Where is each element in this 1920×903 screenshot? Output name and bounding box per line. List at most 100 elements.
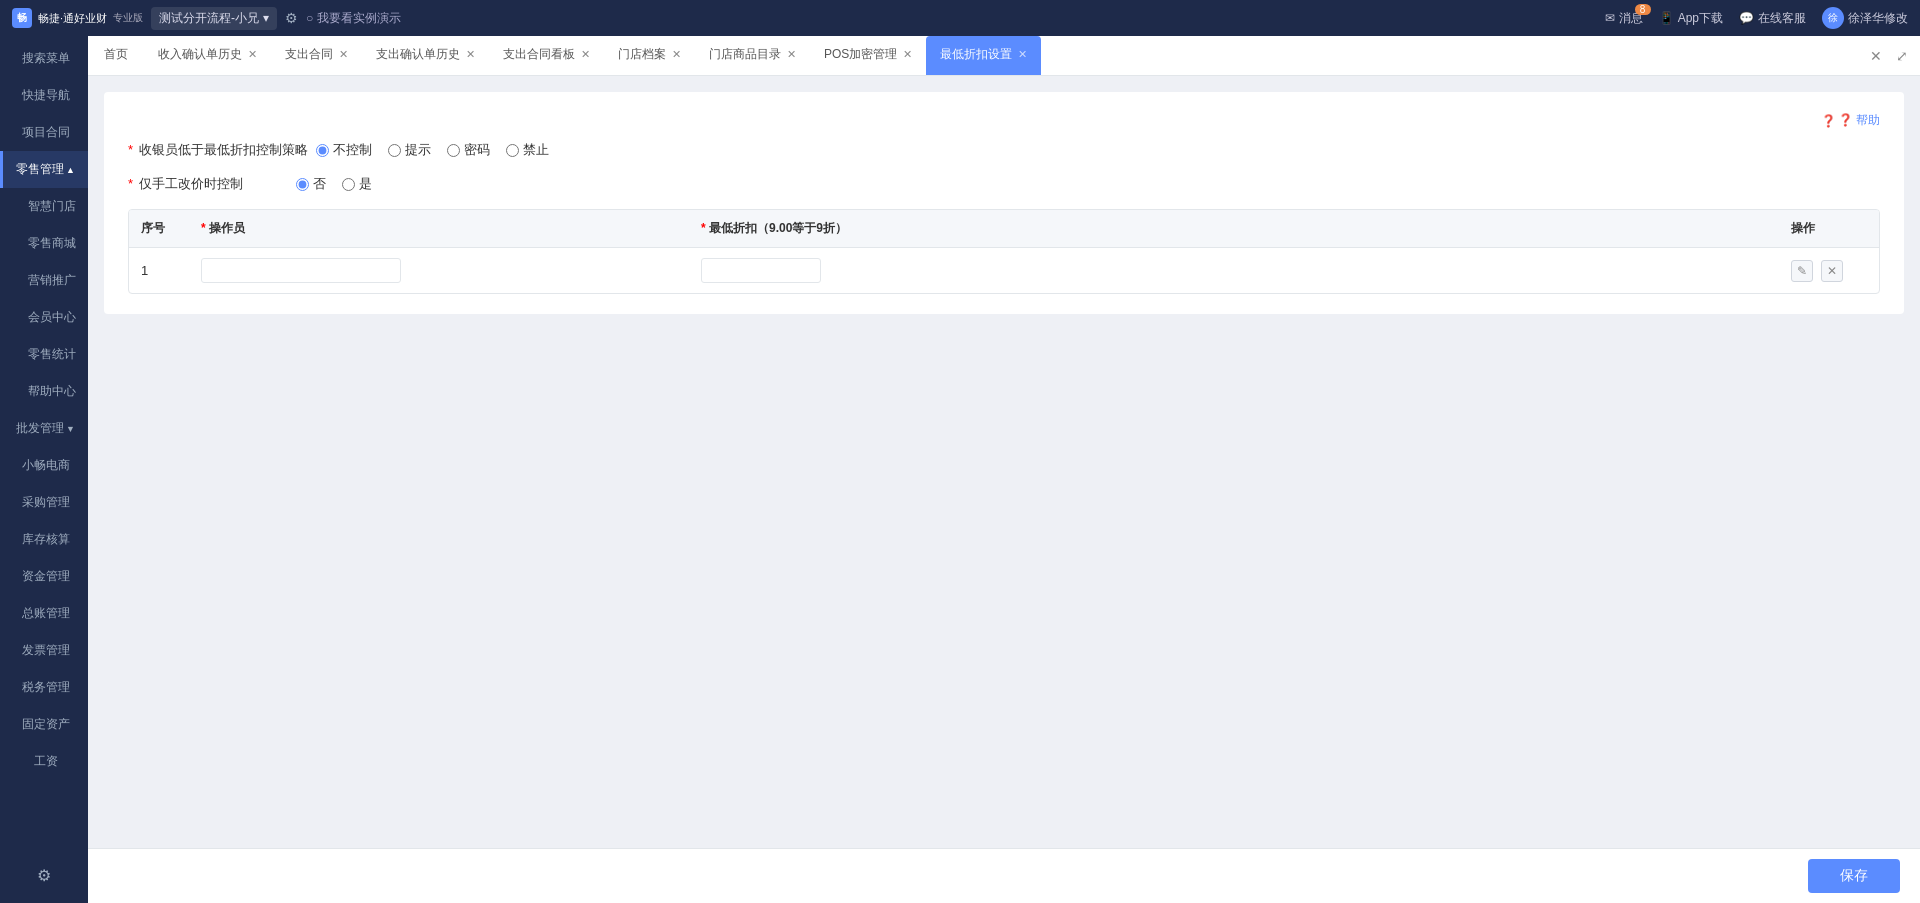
- sidebar-label: 会员中心: [28, 309, 76, 326]
- radio-yes[interactable]: [342, 178, 355, 191]
- option-prompt[interactable]: 提示: [388, 141, 431, 159]
- tab-close-icon[interactable]: ✕: [248, 48, 257, 61]
- tab-store-goods[interactable]: 门店商品目录 ✕: [695, 36, 810, 75]
- sidebar-item-member[interactable]: 会员中心: [0, 299, 88, 336]
- sidebar-item-assets[interactable]: 固定资产: [0, 706, 88, 743]
- tab-home-label: 首页: [104, 46, 128, 63]
- table-header-row: 序号 * 操作员 * 最低折扣（9.00等于9折）: [129, 210, 1879, 248]
- cell-operator[interactable]: [189, 248, 689, 294]
- tab-label: 门店档案: [618, 46, 666, 63]
- sidebar-label: 库存核算: [22, 531, 70, 548]
- sidebar-item-inventory[interactable]: 库存核算: [0, 521, 88, 558]
- sidebar: 搜索菜单 快捷导航 项目合同 零售管理 ▲ 智慧门店 零售商城 营销推广 会员中…: [0, 36, 88, 903]
- sidebar-item-tax[interactable]: 税务管理: [0, 669, 88, 706]
- sidebar-item-retail[interactable]: 零售管理 ▲: [0, 151, 88, 188]
- radio-no-control[interactable]: [316, 144, 329, 157]
- option-password[interactable]: 密码: [447, 141, 490, 159]
- sidebar-item-smart-store[interactable]: 智慧门店: [0, 188, 88, 225]
- tab-pos-lock[interactable]: POS加密管理 ✕: [810, 36, 926, 75]
- row-delete-button[interactable]: ✕: [1821, 260, 1843, 282]
- option-yes[interactable]: 是: [342, 175, 372, 193]
- tab-close-icon[interactable]: ✕: [339, 48, 348, 61]
- app-download-label: App下载: [1678, 10, 1723, 27]
- col-seq-header: 序号: [129, 210, 189, 248]
- col-operator-header: * 操作员: [189, 210, 689, 248]
- sidebar-item-search[interactable]: 搜索菜单: [0, 40, 88, 77]
- option-password-label: 密码: [464, 141, 490, 159]
- help-link[interactable]: ❓ ❓ 帮助: [1821, 112, 1880, 129]
- avatar: 徐: [1822, 7, 1844, 29]
- radio-forbid[interactable]: [506, 144, 519, 157]
- sidebar-item-ecommerce[interactable]: 小畅电商: [0, 447, 88, 484]
- tab-payment-board[interactable]: 支出合同看板 ✕: [489, 36, 604, 75]
- option-no[interactable]: 否: [296, 175, 326, 193]
- sidebar-item-help[interactable]: 帮助中心: [0, 373, 88, 410]
- radio-password[interactable]: [447, 144, 460, 157]
- tab-actions: ✕ ⤢: [1858, 46, 1920, 66]
- download-icon: 📱: [1659, 11, 1674, 25]
- sidebar-label: 固定资产: [22, 716, 70, 733]
- sidebar-item-wholesale[interactable]: 批发管理 ▼: [0, 410, 88, 447]
- sidebar-label: 项目合同: [22, 124, 70, 141]
- cell-action: ✎ ✕: [1779, 248, 1879, 294]
- logo-icon: 畅: [12, 8, 32, 28]
- tab-store-archive[interactable]: 门店档案 ✕: [604, 36, 695, 75]
- logo-text: 畅捷·通好业财: [38, 11, 107, 26]
- tab-close-icon[interactable]: ✕: [466, 48, 475, 61]
- tab-close-active-icon[interactable]: ✕: [1018, 48, 1027, 61]
- header-left: 畅 畅捷·通好业财 专业版 测试分开流程-小兄 ▾ ⚙ ○ 我要看实例演示: [12, 7, 401, 30]
- required-star: *: [128, 176, 133, 191]
- tab-payment-contract[interactable]: 支出合同 ✕: [271, 36, 362, 75]
- sidebar-item-salary[interactable]: 工资: [0, 743, 88, 780]
- row-edit-button[interactable]: ✎: [1791, 260, 1813, 282]
- sidebar-label: 总账管理: [22, 605, 70, 622]
- cell-discount[interactable]: [689, 248, 1779, 294]
- option-no-control[interactable]: 不控制: [316, 141, 372, 159]
- radio-no[interactable]: [296, 178, 309, 191]
- sidebar-item-ledger[interactable]: 总账管理: [0, 595, 88, 632]
- service-icon: 💬: [1739, 11, 1754, 25]
- sidebar-item-marketing[interactable]: 营销推广: [0, 262, 88, 299]
- option-forbid[interactable]: 禁止: [506, 141, 549, 159]
- settings-card: ❓ ❓ 帮助 * 收银员低于最低折扣控制策略 不控制: [104, 92, 1904, 314]
- tab-close-icon[interactable]: ✕: [581, 48, 590, 61]
- sidebar-item-invoice[interactable]: 发票管理: [0, 632, 88, 669]
- question-icon: ❓: [1821, 114, 1836, 128]
- demo-link[interactable]: ○ 我要看实例演示: [306, 10, 401, 27]
- sidebar-item-purchase[interactable]: 采购管理: [0, 484, 88, 521]
- settings-gear-button[interactable]: ⚙: [0, 856, 88, 895]
- sidebar-item-retail-stat[interactable]: 零售统计: [0, 336, 88, 373]
- sidebar-label: 资金管理: [22, 568, 70, 585]
- project-selector[interactable]: 测试分开流程-小兄 ▾: [151, 7, 277, 30]
- page-footer: 保存: [88, 848, 1920, 903]
- tab-payment-confirm[interactable]: 支出确认单历史 ✕: [362, 36, 489, 75]
- radio-prompt[interactable]: [388, 144, 401, 157]
- save-button[interactable]: 保存: [1808, 859, 1900, 893]
- tab-close-icon[interactable]: ✕: [787, 48, 796, 61]
- sidebar-label: 搜索菜单: [22, 50, 70, 67]
- online-service-button[interactable]: 💬 在线客服: [1739, 10, 1806, 27]
- tab-home[interactable]: 首页: [88, 36, 144, 75]
- tab-close-icon[interactable]: ✕: [672, 48, 681, 61]
- app-download-button[interactable]: 📱 App下载: [1659, 10, 1723, 27]
- sidebar-item-retail-mall[interactable]: 零售商城: [0, 225, 88, 262]
- user-menu[interactable]: 徐 徐泽华修改: [1822, 7, 1908, 29]
- tab-close-icon[interactable]: ✕: [903, 48, 912, 61]
- tab-restore-button[interactable]: ⤢: [1892, 46, 1912, 66]
- tab-income-confirm[interactable]: 收入确认单历史 ✕: [144, 36, 271, 75]
- tab-min-discount[interactable]: 最低折扣设置 ✕: [926, 36, 1041, 75]
- messages-button[interactable]: ✉ 消息 8: [1605, 10, 1643, 27]
- message-icon: ✉: [1605, 11, 1615, 25]
- project-name: 测试分开流程-小兄: [159, 10, 259, 27]
- col-discount-label: 最低折扣（9.00等于9折）: [709, 221, 847, 235]
- sidebar-label: 小畅电商: [22, 457, 70, 474]
- sidebar-item-project[interactable]: 项目合同: [0, 114, 88, 151]
- settings-icon[interactable]: ⚙: [285, 10, 298, 26]
- cell-seq: 1: [129, 248, 189, 294]
- discount-input[interactable]: [701, 258, 821, 283]
- sidebar-item-finance[interactable]: 资金管理: [0, 558, 88, 595]
- sidebar-item-shortcut[interactable]: 快捷导航: [0, 77, 88, 114]
- tab-close-all-button[interactable]: ✕: [1866, 46, 1886, 66]
- operator-input[interactable]: [201, 258, 401, 283]
- demo-icon: ○: [306, 11, 313, 25]
